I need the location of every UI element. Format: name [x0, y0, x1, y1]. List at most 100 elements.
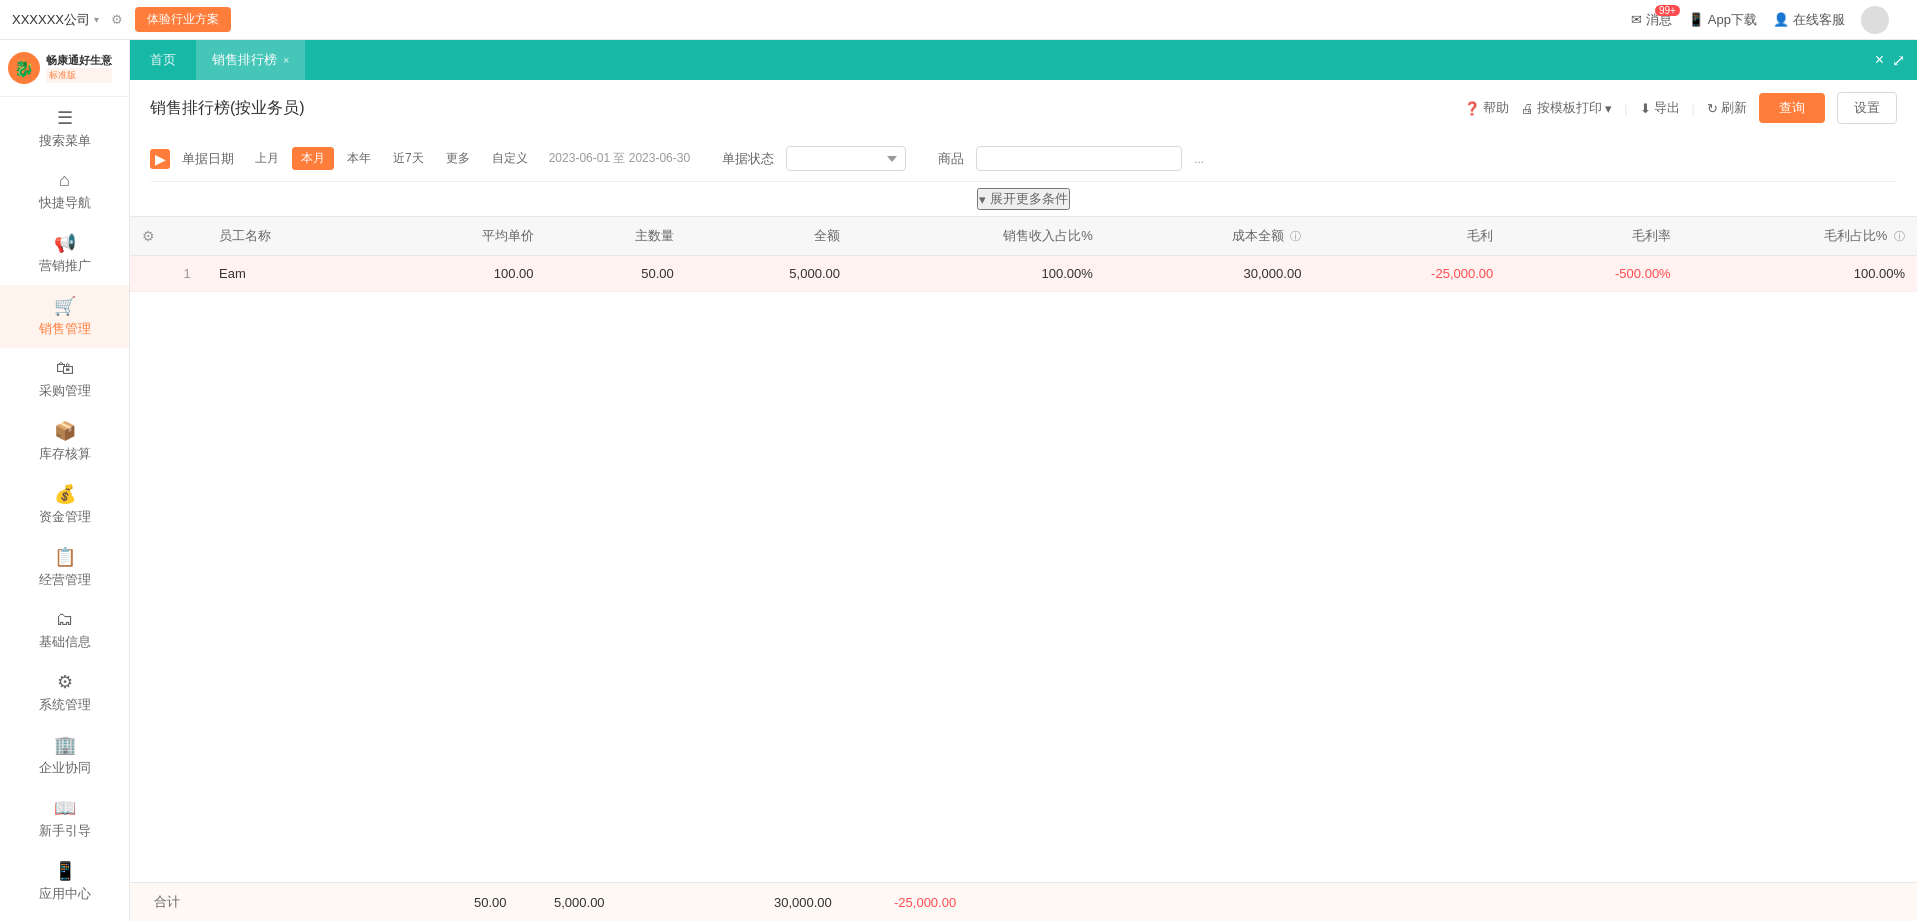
expand-more-button[interactable]: ▾ 展开更多条件 [977, 188, 1070, 210]
top-bar: XXXXXX公司 ▾ ⚙ 体验行业方案 ✉ 消息 99+ 📱 App下载 👤 在… [0, 0, 1917, 40]
row-index: 1 [167, 256, 207, 292]
system-icon: ⚙ [57, 671, 73, 693]
sidebar-item-shortcut-label: 快捷导航 [39, 194, 91, 212]
date-btn-more[interactable]: 更多 [437, 147, 479, 170]
sidebar-item-inventory[interactable]: 📦 库存核算 [0, 410, 129, 473]
column-settings-icon[interactable]: ⚙ [142, 228, 155, 244]
sidebar-item-guide-label: 新手引导 [39, 822, 91, 840]
date-btn-7days[interactable]: 近7天 [384, 147, 433, 170]
top-settings-icon[interactable]: ⚙ [111, 12, 123, 27]
sidebar-item-sales[interactable]: 🛒 销售管理 [0, 285, 129, 348]
settings-button[interactable]: 设置 [1837, 92, 1897, 124]
message-btn[interactable]: ✉ 消息 99+ [1631, 11, 1672, 29]
date-btn-custom[interactable]: 自定义 [483, 147, 537, 170]
date-btn-last-month[interactable]: 上月 [246, 147, 288, 170]
table-footer: 合计 50.00 5,000.00 30,000.00 -25,000.00 [130, 882, 1917, 921]
filter-expand-icon[interactable]: ▶ [150, 149, 170, 169]
date-btn-this-year[interactable]: 本年 [338, 147, 380, 170]
page-title-row: 销售排行榜(按业务员) ❓ 帮助 🖨 按模板打印 ▾ | [150, 92, 1897, 124]
th-index [167, 217, 207, 256]
row-settings [130, 256, 167, 292]
finance-icon: 💰 [54, 483, 76, 505]
sidebar-item-enterprise[interactable]: 🏢 企业协同 [0, 724, 129, 787]
th-name: 员工名称 [207, 217, 376, 256]
sidebar-item-guide[interactable]: 📖 新手引导 [0, 787, 129, 850]
status-select[interactable] [786, 146, 906, 171]
footer-qty-val: 50.00 [462, 895, 542, 910]
logo-text-container: 畅康通好生意 标准版 [46, 53, 112, 83]
row-name: Eam [207, 256, 376, 292]
th-gross: 毛利 [1313, 217, 1505, 256]
th-settings[interactable]: ⚙ [130, 217, 167, 256]
online-service-btn[interactable]: 👤 在线客服 [1773, 11, 1845, 29]
service-icon: 👤 [1773, 12, 1789, 27]
appstore-icon: 📱 [54, 860, 76, 882]
export-icon: ⬇ [1640, 101, 1651, 116]
tab-sales-ranking[interactable]: 销售排行榜 × [196, 40, 305, 80]
logo-icon: 🐉 [8, 52, 40, 84]
logo-title: 畅康通好生意 [46, 53, 112, 68]
export-btn[interactable]: ⬇ 导出 [1640, 99, 1680, 117]
sidebar-item-enterprise-label: 企业协同 [39, 759, 91, 777]
table-row: 1 Eam 100.00 50.00 5,000.00 100.00% 30,0… [130, 256, 1917, 292]
refresh-btn[interactable]: ↻ 刷新 [1707, 99, 1747, 117]
sidebar-item-wechat[interactable]: 💬 企业微信 [0, 913, 129, 921]
message-icon: ✉ [1631, 12, 1642, 27]
expand-more-label: 展开更多条件 [990, 190, 1068, 208]
expand-chevron-icon: ▾ [979, 192, 986, 207]
guide-icon: 📖 [54, 797, 76, 819]
th-avg-price: 平均单价 [376, 217, 545, 256]
gross-pct-info-icon[interactable]: ⓘ [1894, 230, 1905, 242]
sidebar-logo: 🐉 畅康通好生意 标准版 [0, 40, 129, 97]
page-actions: ❓ 帮助 🖨 按模板打印 ▾ | ⬇ 导出 | [1464, 92, 1897, 124]
row-amount: 5,000.00 [686, 256, 852, 292]
inventory-icon: 📦 [54, 420, 76, 442]
cost-info-icon[interactable]: ⓘ [1290, 230, 1301, 242]
logo-badge: 标准版 [46, 68, 112, 83]
app-download-btn[interactable]: 📱 App下载 [1688, 11, 1757, 29]
sidebar-item-marketing-label: 营销推广 [39, 257, 91, 275]
tab-close-icon[interactable]: × [283, 54, 289, 66]
footer-amount: 5,000.00 [542, 895, 662, 910]
template-print-btn[interactable]: 🖨 按模板打印 ▾ [1521, 99, 1612, 117]
footer-cost: 30,000.00 [762, 895, 882, 910]
row-gross: -25,000.00 [1313, 256, 1505, 292]
company-selector[interactable]: XXXXXX公司 ▾ [12, 11, 99, 29]
more-filters-btn[interactable]: ... [1194, 152, 1204, 166]
date-btn-this-month[interactable]: 本月 [292, 147, 334, 170]
sidebar-item-marketing[interactable]: 📢 营销推广 [0, 222, 129, 285]
sidebar-item-finance[interactable]: 💰 资金管理 [0, 473, 129, 536]
tab-maximize-icon[interactable]: ⤢ [1892, 51, 1905, 70]
filter-row: ▶ 单据日期 上月 本月 本年 近7天 更多 自定义 2023-06-01 至 … [150, 136, 1897, 181]
sidebar-item-system[interactable]: ⚙ 系统管理 [0, 661, 129, 724]
tab-home[interactable]: 首页 [130, 40, 196, 80]
search-menu-icon: ☰ [57, 107, 73, 129]
service-label: 在线客服 [1793, 11, 1845, 29]
table-body: 1 Eam 100.00 50.00 5,000.00 100.00% 30,0… [130, 256, 1917, 292]
sidebar-item-operation-label: 经营管理 [39, 571, 91, 589]
sidebar-item-shortcut[interactable]: ⌂ 快捷导航 [0, 160, 129, 222]
table-area: ⚙ 员工名称 平均单价 主数量 全额 销售收入占比% 成本全额 ⓘ 毛利 [130, 217, 1917, 882]
trial-button[interactable]: 体验行业方案 [135, 7, 231, 32]
tab-minimize-icon[interactable]: × [1875, 51, 1884, 69]
sidebar-item-basic[interactable]: 🗂 基础信息 [0, 599, 129, 661]
sidebar-item-sales-label: 销售管理 [39, 320, 91, 338]
date-range-display: 2023-06-01 至 2023-06-30 [549, 150, 690, 167]
table-header-row: ⚙ 员工名称 平均单价 主数量 全额 销售收入占比% 成本全额 ⓘ 毛利 [130, 217, 1917, 256]
row-sales-pct: 100.00% [852, 256, 1105, 292]
sales-icon: 🛒 [54, 295, 76, 317]
query-button[interactable]: 查询 [1759, 93, 1825, 123]
help-btn[interactable]: ❓ 帮助 [1464, 99, 1509, 117]
row-cost: 30,000.00 [1105, 256, 1314, 292]
expand-more-row: ▾ 展开更多条件 [150, 181, 1897, 216]
date-filter-label: 单据日期 [182, 150, 234, 168]
sidebar-item-system-label: 系统管理 [39, 696, 91, 714]
sidebar-item-operation[interactable]: 📋 经营管理 [0, 536, 129, 599]
sidebar-item-purchase[interactable]: 🛍 采购管理 [0, 348, 129, 410]
goods-input[interactable] [976, 146, 1182, 171]
sidebar-item-search[interactable]: ☰ 搜索菜单 [0, 97, 129, 160]
top-bar-right: ✉ 消息 99+ 📱 App下载 👤 在线客服 [1631, 6, 1905, 34]
sidebar-item-basic-label: 基础信息 [39, 633, 91, 651]
sidebar-item-appstore[interactable]: 📱 应用中心 [0, 850, 129, 913]
avatar[interactable] [1861, 6, 1889, 34]
